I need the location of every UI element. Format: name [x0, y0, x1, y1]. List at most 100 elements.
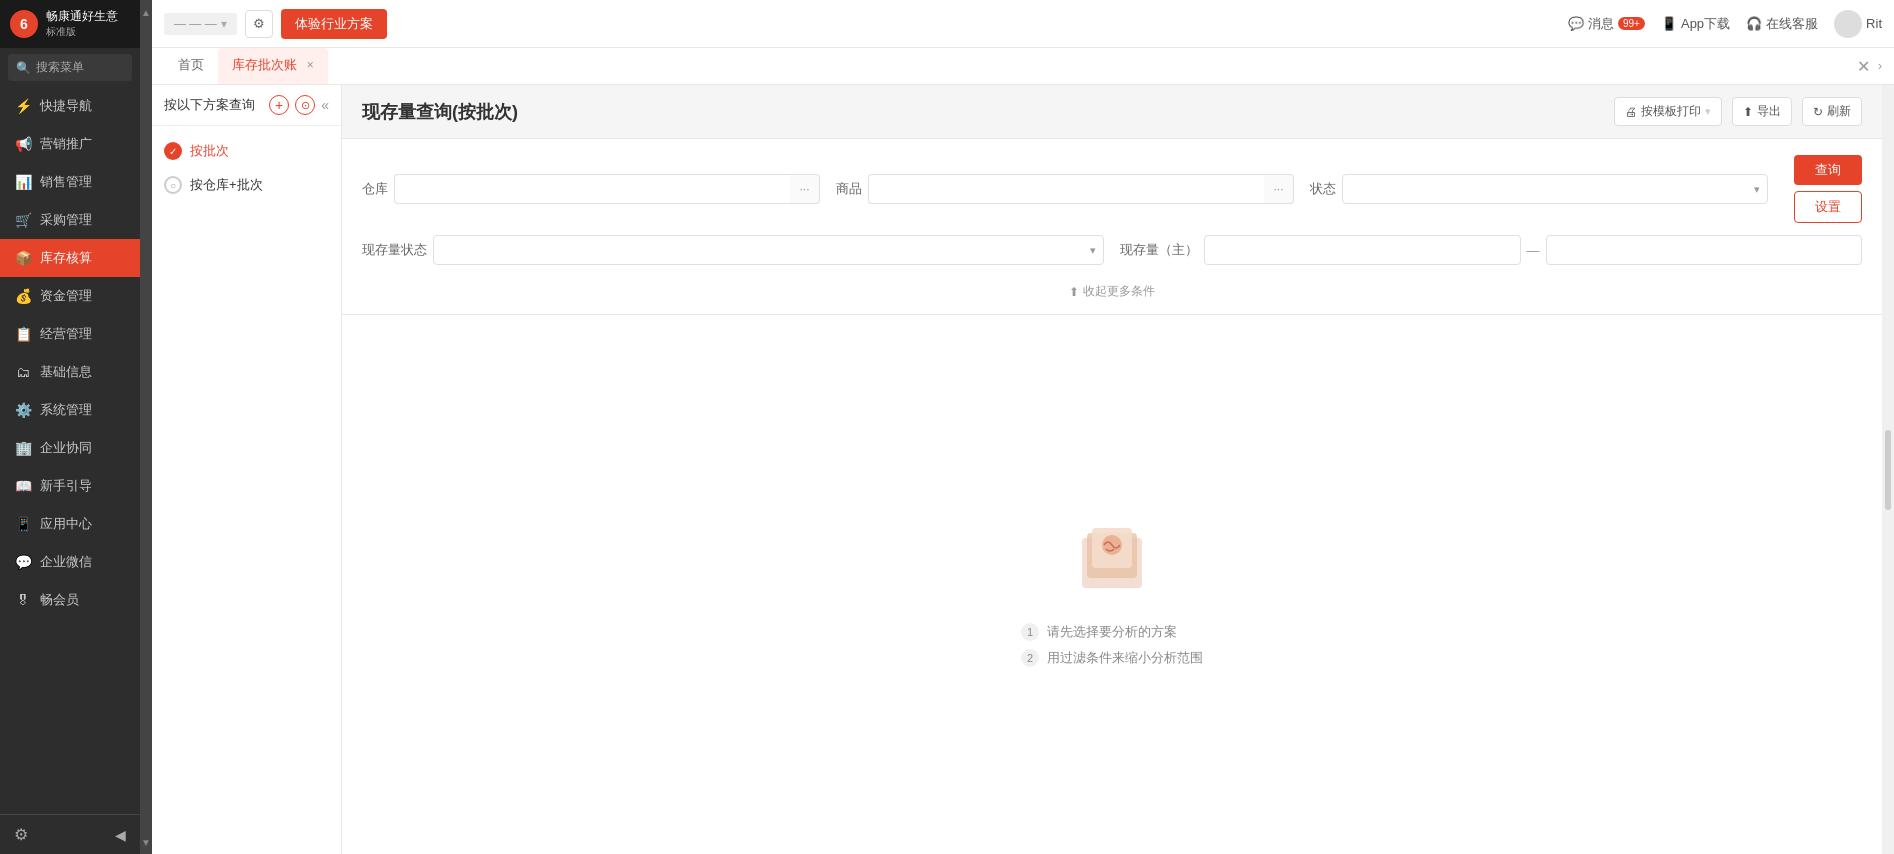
sidebar-item-member[interactable]: 🎖 畅会员	[0, 581, 140, 619]
filter-panel-collapse-icon[interactable]: «	[321, 97, 329, 113]
sidebar-item-system[interactable]: ⚙️ 系统管理	[0, 391, 140, 429]
sidebar-settings-icon[interactable]: ⚙	[14, 825, 28, 844]
sidebar-item-enterprise[interactable]: 🏢 企业协同	[0, 429, 140, 467]
warehouse-input[interactable]	[394, 174, 790, 204]
message-action[interactable]: 💬 消息 99+	[1568, 15, 1645, 33]
filter-row-1: 仓库 ··· 商品 ···	[362, 155, 1862, 223]
product-input[interactable]	[868, 174, 1264, 204]
sidebar-item-label-finance: 资金管理	[40, 287, 92, 305]
sidebar-item-newbie[interactable]: 📖 新手引导	[0, 467, 140, 505]
tabs-bar: 首页 库存批次账 × ✕ ›	[152, 48, 1894, 85]
user-avatar-action[interactable]: Rit	[1834, 10, 1882, 38]
right-scrollbar[interactable]	[1882, 85, 1894, 854]
empty-state: 1 请先选择要分析的方案 2 用过滤条件来缩小分析范围	[1021, 503, 1203, 667]
app-logo: 6	[10, 10, 38, 38]
page-title: 现存量查询(按批次)	[362, 100, 518, 124]
filter-scheme-list: ✓ 按批次 ○ 按仓库+批次	[152, 126, 341, 210]
sidebar-item-finance[interactable]: 💰 资金管理	[0, 277, 140, 315]
print-button[interactable]: 🖨 按模板打印 ▾	[1614, 97, 1722, 126]
empty-tips: 1 请先选择要分析的方案 2 用过滤条件来缩小分析范围	[1021, 623, 1203, 667]
panel-arrow-icon[interactable]: ›	[1878, 59, 1882, 73]
filter-field-warehouse: 仓库 ···	[362, 174, 820, 204]
sales-icon: 📊	[14, 173, 32, 191]
customer-service-label: 在线客服	[1766, 15, 1818, 33]
appstore-icon: 📱	[14, 515, 32, 533]
topbar-gear-button[interactable]: ⚙	[245, 10, 273, 38]
tab-home[interactable]: 首页	[164, 48, 218, 84]
filter-field-stock-status: 现存量状态 有库存 无库存 全部 ▾	[362, 235, 1104, 265]
wechat-icon: 💬	[14, 553, 32, 571]
sidebar-item-label-appstore: 应用中心	[40, 515, 92, 533]
query-button[interactable]: 查询	[1794, 155, 1862, 185]
trial-btn[interactable]: 体验行业方案	[281, 9, 387, 39]
sidebar-item-label-member: 畅会员	[40, 591, 79, 609]
sidebar-item-basic[interactable]: 🗂 基础信息	[0, 353, 140, 391]
refresh-button[interactable]: ↻ 刷新	[1802, 97, 1862, 126]
sidebar-item-inventory[interactable]: 📦 库存核算	[0, 239, 140, 277]
page-header: 现存量查询(按批次) 🖨 按模板打印 ▾ ⬆ 导出 ↻ 刷新	[342, 85, 1882, 139]
breadcrumb-text: — — —	[174, 17, 217, 31]
status-select[interactable]: 正常 停用	[1342, 174, 1768, 204]
export-button[interactable]: ⬆ 导出	[1732, 97, 1792, 126]
search-menu[interactable]: 🔍 搜索菜单	[8, 54, 132, 81]
product-dots-button[interactable]: ···	[1264, 174, 1294, 204]
refresh-icon: ↻	[1813, 105, 1823, 119]
collapse-up-icon: ⬆	[1069, 285, 1079, 299]
close-panel-button[interactable]: ✕	[1857, 57, 1870, 76]
sidebar-collapse-icon[interactable]: ◀	[115, 827, 126, 843]
stock-qty-max-input[interactable]	[1546, 235, 1863, 265]
search-icon: 🔍	[16, 61, 31, 75]
content-area: 按以下方案查询 + ⊙ « ✓ 按批次	[152, 85, 1894, 854]
message-icon: 💬	[1568, 16, 1584, 31]
check-icon: ✓	[169, 146, 177, 157]
tab-inventory-batch[interactable]: 库存批次账 ×	[218, 48, 328, 84]
stock-status-select[interactable]: 有库存 无库存 全部	[433, 235, 1104, 265]
customer-service-action[interactable]: 🎧 在线客服	[1746, 15, 1818, 33]
sidebar-item-marketing[interactable]: 📢 营销推广	[0, 125, 140, 163]
scroll-up-arrow[interactable]: ▲	[141, 4, 151, 20]
sidebar-item-label-enterprise: 企业协同	[40, 439, 92, 457]
breadcrumb: — — — ▾	[164, 13, 237, 35]
sidebar-item-wechat[interactable]: 💬 企业微信	[0, 543, 140, 581]
breadcrumb-chevron-icon[interactable]: ▾	[221, 17, 227, 31]
sidebar-item-appstore[interactable]: 📱 应用中心	[0, 505, 140, 543]
scheme-inactive-dot: ○	[164, 176, 182, 194]
sidebar-item-shortcut[interactable]: ⚡ 快捷导航	[0, 87, 140, 125]
sidebar-scrollbar: ▲ ▼	[140, 0, 152, 854]
scroll-down-arrow[interactable]: ▼	[141, 834, 151, 850]
filter-collapse-row[interactable]: ⬆ 收起更多条件	[362, 277, 1862, 306]
target-icon: ⊙	[301, 99, 310, 112]
filter-field-stock-qty: 现存量（主） —	[1120, 235, 1862, 265]
app-download-action[interactable]: 📱 App下载	[1661, 15, 1730, 33]
tip-2-num: 2	[1021, 649, 1039, 667]
filter-row-2: 现存量状态 有库存 无库存 全部 ▾ 现	[362, 235, 1862, 265]
sidebar: 6 畅康通好生意 标准版 🔍 搜索菜单 ⚡ 快捷导航 📢 营销推广 📊 销售管理…	[0, 0, 140, 854]
stock-qty-range-dash: —	[1527, 243, 1540, 258]
filter-add-button[interactable]: +	[269, 95, 289, 115]
warehouse-dots-button[interactable]: ···	[790, 174, 820, 204]
app-download-label: App下载	[1681, 15, 1730, 33]
topbar: — — — ▾ ⚙ 体验行业方案 💬 消息 99+ 📱 App下载 🎧 在线客服	[152, 0, 1894, 48]
print-dropdown-icon[interactable]: ▾	[1705, 105, 1711, 118]
finance-icon: 💰	[14, 287, 32, 305]
sidebar-item-purchase[interactable]: 🛒 采购管理	[0, 201, 140, 239]
filter-panel-header: 按以下方案查询 + ⊙ «	[152, 85, 341, 126]
filter-setting-button[interactable]: ⊙	[295, 95, 315, 115]
scheme-active-dot: ✓	[164, 142, 182, 160]
filter-form: 仓库 ··· 商品 ···	[342, 139, 1882, 315]
sidebar-item-operations[interactable]: 📋 经营管理	[0, 315, 140, 353]
scheme-item-warehouse-batch[interactable]: ○ 按仓库+批次	[152, 168, 341, 202]
sidebar-item-sales[interactable]: 📊 销售管理	[0, 163, 140, 201]
edition-label: 标准版	[46, 25, 118, 39]
avatar	[1834, 10, 1862, 38]
sidebar-item-label-shortcut: 快捷导航	[40, 97, 92, 115]
company-name: 畅康通好生意	[46, 9, 118, 25]
set-button[interactable]: 设置	[1794, 191, 1862, 223]
message-badge: 99+	[1618, 17, 1645, 30]
scheme-label-warehouse-batch: 按仓库+批次	[190, 176, 263, 194]
tab-close-icon[interactable]: ×	[307, 58, 314, 72]
scheme-item-batch[interactable]: ✓ 按批次	[152, 134, 341, 168]
enterprise-icon: 🏢	[14, 439, 32, 457]
filter-panel-actions: + ⊙ «	[269, 95, 329, 115]
stock-qty-min-input[interactable]	[1204, 235, 1521, 265]
